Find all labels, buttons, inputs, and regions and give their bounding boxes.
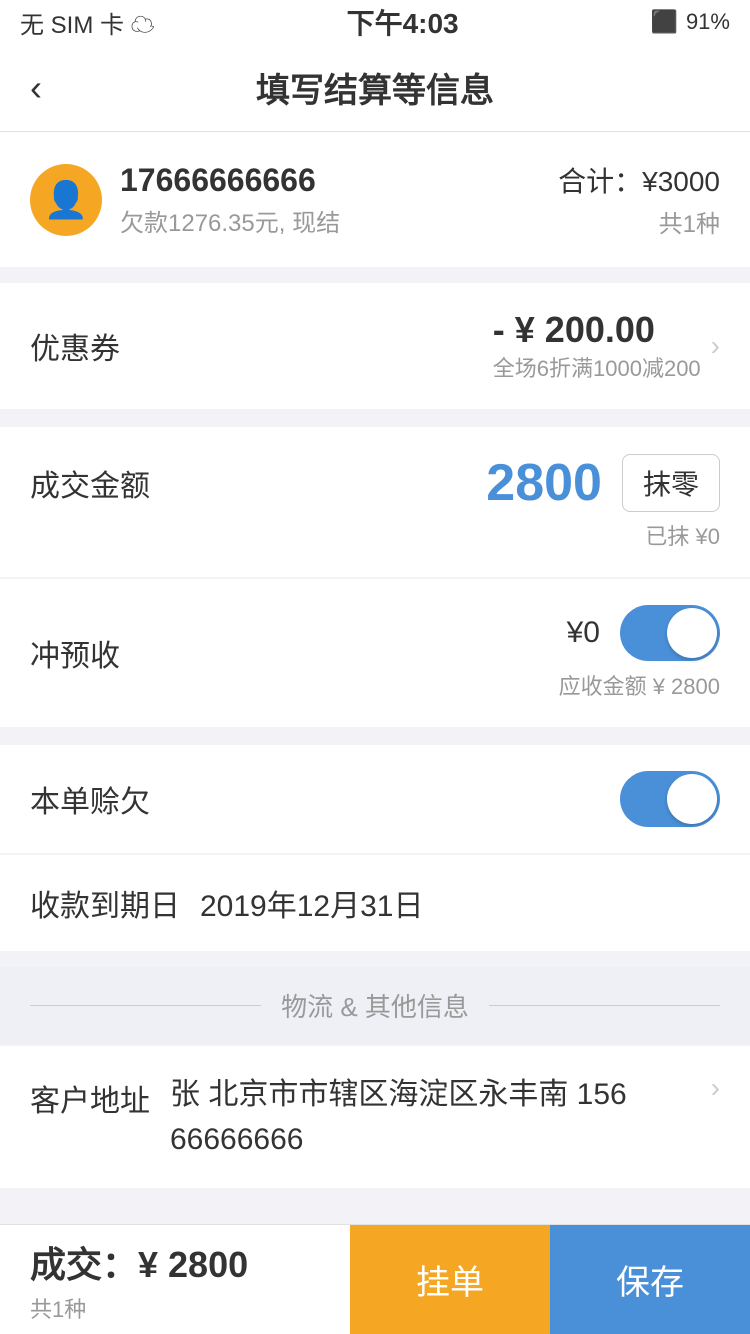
address-value: 张 北京市市辖区海淀区永丰南 156 66666666 <box>170 1072 711 1162</box>
battery-percent: 91% <box>686 9 730 35</box>
coupon-right: - ¥ 200.00 全场6折满1000减200 › <box>493 309 720 383</box>
coupon-discount: - ¥ 200.00 <box>493 309 701 351</box>
status-right: ⬛ 91% <box>651 9 730 35</box>
back-button[interactable]: ‹ <box>30 67 90 109</box>
footer: 成交：¥ 2800 共1种 挂单 保存 <box>0 1224 750 1334</box>
total-amount: 合计：¥3000 <box>558 160 720 200</box>
credit-label: 本单赊欠 <box>30 777 150 821</box>
prepay-section: 冲预收 ¥0 应收金额 ¥ 2800 <box>0 579 750 727</box>
customer-left: 👤 17666666666 欠款1276.35元, 现结 <box>30 162 340 238</box>
logistics-text: 物流 & 其他信息 <box>281 987 469 1024</box>
coupon-row[interactable]: 优惠券 - ¥ 200.00 全场6折满1000减200 › <box>0 283 750 409</box>
footer-deal-label: 成交：¥ 2800 <box>30 1236 320 1288</box>
coupon-desc: 全场6折满1000减200 <box>493 351 701 383</box>
credit-toggle[interactable] <box>620 771 720 827</box>
separator-1 <box>0 411 750 427</box>
separator-2 <box>0 729 750 745</box>
hang-button[interactable]: 挂单 <box>350 1225 550 1334</box>
prepay-amount: ¥0 <box>567 616 600 650</box>
prepay-toggle[interactable] <box>620 605 720 661</box>
amount-label: 成交金额 <box>30 461 150 505</box>
signal-text: 无 SIM 卡 ☁ <box>20 5 155 40</box>
total-count: 共1种 <box>558 204 720 239</box>
customer-card: 👤 17666666666 欠款1276.35元, 现结 合计：¥3000 共1… <box>0 132 750 267</box>
prepay-right: ¥0 应收金额 ¥ 2800 <box>559 605 720 701</box>
footer-info: 成交：¥ 2800 共1种 <box>0 1236 350 1324</box>
divider-line-right <box>489 1005 720 1006</box>
due-date-section: 收款到期日 2019年12月31日 <box>0 855 750 951</box>
customer-phone: 17666666666 <box>120 162 340 199</box>
amount-section: 成交金额 2800 抹零 已抹 ¥0 <box>0 427 750 577</box>
status-bar: 无 SIM 卡 ☁ 下午4:03 ⬛ 91% <box>0 0 750 44</box>
save-button[interactable]: 保存 <box>550 1225 750 1334</box>
customer-note: 欠款1276.35元, 现结 <box>120 203 340 238</box>
toggle-knob <box>667 608 717 658</box>
prepay-sub: 应收金额 ¥ 2800 <box>559 669 720 701</box>
address-chevron-icon: › <box>711 1072 720 1104</box>
address-label: 客户地址 <box>30 1072 150 1120</box>
footer-count: 共1种 <box>30 1292 320 1324</box>
amount-sub: 已抹 ¥0 <box>30 519 720 551</box>
avatar-icon: 👤 <box>44 179 89 221</box>
amount-value: 2800 <box>486 453 602 513</box>
avatar: 👤 <box>30 164 102 236</box>
logistics-divider: 物流 & 其他信息 <box>0 967 750 1044</box>
customer-info: 17666666666 欠款1276.35元, 现结 <box>120 162 340 238</box>
footer-deal-amount: ¥ 2800 <box>138 1244 248 1285</box>
round-button[interactable]: 抹零 <box>622 454 720 512</box>
amount-right: 2800 抹零 <box>486 453 720 513</box>
prepay-value-row: ¥0 <box>567 605 720 661</box>
status-time: 下午4:03 <box>347 2 459 42</box>
customer-right: 合计：¥3000 共1种 <box>558 160 720 239</box>
nav-bar: ‹ 填写结算等信息 <box>0 44 750 132</box>
footer-deal-text: 成交： <box>30 1244 138 1285</box>
credit-toggle-knob <box>667 774 717 824</box>
due-date-value: 2019年12月31日 <box>200 881 423 925</box>
page-title: 填写结算等信息 <box>256 63 494 112</box>
due-label: 收款到期日 <box>30 881 180 925</box>
prepay-label: 冲预收 <box>30 631 120 675</box>
credit-section: 本单赊欠 <box>0 745 750 853</box>
coupon-label: 优惠券 <box>30 324 120 368</box>
amount-row: 成交金额 2800 抹零 <box>30 453 720 513</box>
divider-line-left <box>30 1005 261 1006</box>
chevron-right-icon: › <box>711 330 720 362</box>
status-left: 无 SIM 卡 ☁ <box>20 5 155 40</box>
battery-icon: ⬛ <box>651 9 678 35</box>
address-section[interactable]: 客户地址 张 北京市市辖区海淀区永丰南 156 66666666 › <box>0 1046 750 1188</box>
